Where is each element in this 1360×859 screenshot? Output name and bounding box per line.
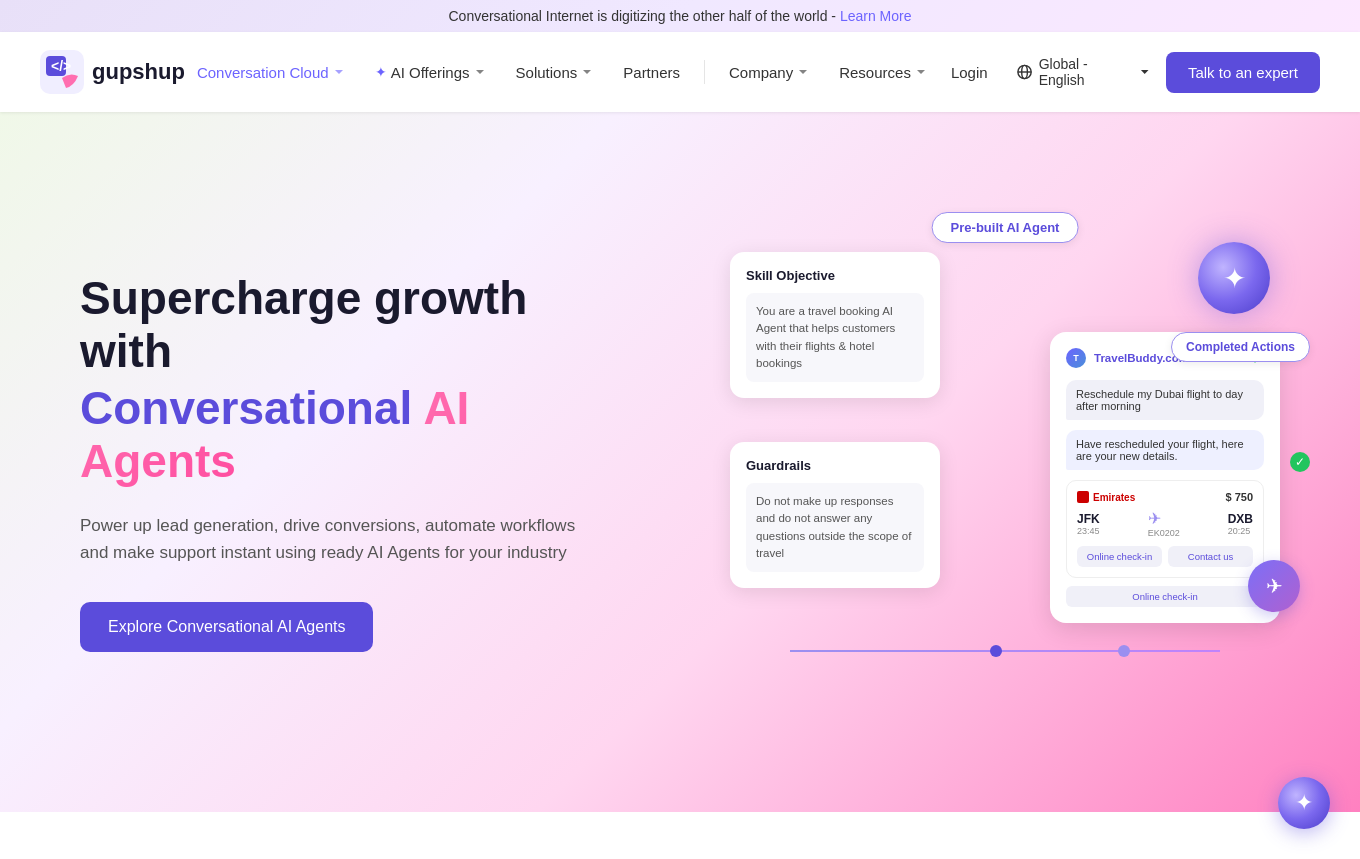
hero-title-line1: Supercharge growth with <box>80 272 600 378</box>
banner-text: Conversational Internet is digitizing th… <box>448 8 836 24</box>
prebuilt-ai-badge: Pre-built AI Agent <box>932 212 1079 243</box>
destination: DXB 20:25 <box>1228 512 1253 536</box>
checkin-bottom-link[interactable]: Online check-in <box>1066 586 1264 607</box>
airline-name: Emirates <box>1093 492 1135 503</box>
flight-action-buttons: Online check-in Contact us <box>1077 546 1253 567</box>
guardrails-title: Guardrails <box>746 458 924 473</box>
skill-card-text: You are a travel booking AI Agent that h… <box>746 293 924 382</box>
login-button[interactable]: Login <box>939 56 1000 89</box>
nav-partners[interactable]: Partners <box>611 56 692 89</box>
hero-content-left: Supercharge growth with Conversational A… <box>80 272 600 652</box>
chevron-down-icon <box>797 66 809 78</box>
chat-bot-message: Have rescheduled your flight, here are y… <box>1066 430 1264 470</box>
emirates-icon <box>1077 491 1089 503</box>
floating-ai-assistant[interactable] <box>1278 777 1330 829</box>
explore-ai-agents-button[interactable]: Explore Conversational AI Agents <box>80 602 373 652</box>
main-nav: Conversation Cloud ✦ AI Offerings Soluti… <box>185 56 939 89</box>
flight-info-card: Emirates $ 750 JFK 23:45 ✈ EK0202 DXB <box>1066 480 1264 578</box>
connector-line <box>790 650 1220 652</box>
flight-route: JFK 23:45 ✈ EK0202 DXB 20:25 <box>1077 509 1253 538</box>
contact-us-button[interactable]: Contact us <box>1168 546 1253 567</box>
travel-chat-card: T TravelBuddy.com ✓ Reschedule my Dubai … <box>1050 332 1280 623</box>
connector-dot-2 <box>1118 645 1130 657</box>
logo[interactable]: </> gupshup <box>40 50 185 94</box>
logo-text: gupshup <box>92 59 185 85</box>
nav-conversation-cloud[interactable]: Conversation Cloud <box>185 56 357 89</box>
hero-title-line2: Conversational AI Agents <box>80 382 600 488</box>
hero-description: Power up lead generation, drive conversi… <box>80 512 600 566</box>
hero-section: Supercharge growth with Conversational A… <box>0 112 1360 812</box>
announcement-banner: Conversational Internet is digitizing th… <box>0 0 1360 32</box>
svg-text:</>: </> <box>51 58 71 74</box>
header-right: Login Global - English Talk to an expert <box>939 52 1320 93</box>
globe-icon <box>1016 63 1033 81</box>
hero-mockup: Pre-built AI Agent Skill Objective You a… <box>730 212 1280 712</box>
chevron-down-icon <box>915 66 927 78</box>
guardrails-card: Guardrails Do not make up responses and … <box>730 442 940 588</box>
chevron-down-icon <box>1139 66 1150 78</box>
nav-ai-offerings[interactable]: ✦ AI Offerings <box>363 56 498 89</box>
chevron-down-icon <box>581 66 593 78</box>
logo-icon: </> <box>40 50 84 94</box>
connector-dot-1 <box>990 645 1002 657</box>
language-label: Global - English <box>1039 56 1133 88</box>
ai-star-icon: ✦ <box>375 64 387 80</box>
nav-divider <box>704 60 705 84</box>
flight-price: $ 750 <box>1225 491 1253 503</box>
guardrails-text: Do not make up responses and do not answ… <box>746 483 924 572</box>
nav-resources[interactable]: Resources <box>827 56 939 89</box>
plane-icon: ✓ <box>1248 560 1300 612</box>
plane-check-icon: ✓ <box>1290 452 1310 472</box>
flight-middle: ✈ EK0202 <box>1148 509 1180 538</box>
skill-card-title: Skill Objective <box>746 268 924 283</box>
origin: JFK 23:45 <box>1077 512 1100 536</box>
stats-section: 100 Billion+ 45,000+ 60+ <box>0 812 1360 859</box>
language-selector[interactable]: Global - English <box>1016 56 1150 88</box>
completed-actions-badge: Completed Actions <box>1171 332 1310 362</box>
airline-badge: Emirates <box>1077 491 1135 503</box>
nav-company[interactable]: Company <box>717 56 821 89</box>
flight-arrow-icon: ✈ <box>1148 510 1161 527</box>
header: </> gupshup Conversation Cloud ✦ AI Offe… <box>0 32 1360 112</box>
chevron-down-icon <box>333 66 345 78</box>
nav-solutions[interactable]: Solutions <box>504 56 606 89</box>
online-checkin-button[interactable]: Online check-in <box>1077 546 1162 567</box>
hero-conversational-text: Conversational <box>80 382 412 434</box>
ai-orb-icon <box>1198 242 1270 314</box>
chat-user-message: Reschedule my Dubai flight to day after … <box>1066 380 1264 420</box>
chevron-down-icon <box>474 66 486 78</box>
banner-learn-more-link[interactable]: Learn More <box>840 8 912 24</box>
travel-brand-icon: T <box>1066 348 1086 368</box>
skill-objective-card: Skill Objective You are a travel booking… <box>730 252 940 398</box>
talk-to-expert-button[interactable]: Talk to an expert <box>1166 52 1320 93</box>
flight-info-header: Emirates $ 750 <box>1077 491 1253 503</box>
